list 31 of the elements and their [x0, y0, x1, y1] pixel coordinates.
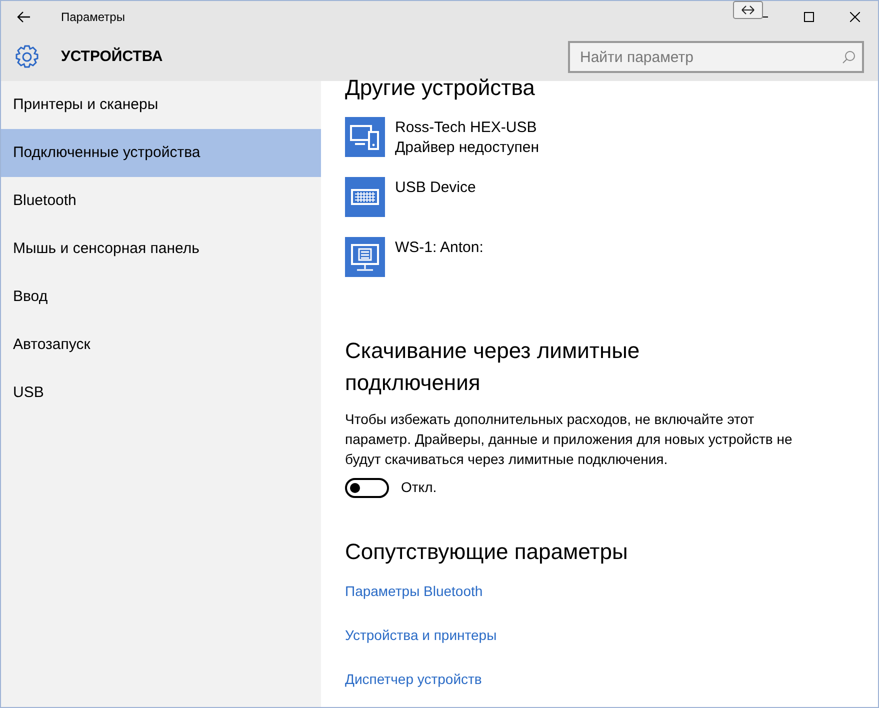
- device-name[interactable]: WS-1: Anton:: [395, 238, 484, 258]
- section-title: Скачивание через лимитные подключения: [345, 337, 641, 397]
- sidebar-item[interactable]: Bluetooth: [1, 177, 321, 225]
- computer-phone-icon: [345, 117, 385, 157]
- device-name[interactable]: USB Device: [395, 178, 476, 198]
- device-name[interactable]: Ross-Tech HEX-USB: [395, 118, 540, 138]
- page-title: УСТРОЙСТВА: [61, 46, 163, 67]
- maximize-icon: [804, 12, 814, 22]
- toggle-switch[interactable]: [345, 478, 389, 498]
- sidebar-item[interactable]: Подключенные устройства: [1, 129, 321, 177]
- back-arrow-icon: [17, 11, 31, 23]
- description-text: Чтобы избежать дополнительных расходов, не включайте этот параметр. Драйверы, данные и приложения для новых устройств не будут скачиваться через лимитные подключения.: [345, 410, 794, 469]
- toggle-label: Откл.: [401, 478, 437, 497]
- search-field[interactable]: Найти параметр: [568, 41, 864, 73]
- sidebar-item[interactable]: Автозапуск: [1, 321, 321, 369]
- keyboard-icon: [345, 177, 385, 217]
- sidebar-item[interactable]: Ввод: [1, 273, 321, 321]
- search-icon: [842, 50, 856, 64]
- section-title: Другие устройства: [345, 75, 536, 102]
- sidebar-item[interactable]: Мышь и сенсорная панель: [1, 225, 321, 273]
- window-title: Параметры: [61, 9, 125, 26]
- settings-icon: [14, 44, 40, 70]
- settings-link[interactable]: Параметры Bluetooth: [345, 583, 483, 599]
- monitor-icon: [345, 237, 385, 277]
- sidebar-item[interactable]: Принтеры и сканеры: [1, 81, 321, 129]
- close-icon: [850, 12, 860, 22]
- sidebar-item[interactable]: USB: [1, 369, 321, 417]
- section-title: Сопутствующие параметры: [345, 538, 629, 566]
- settings-link[interactable]: Устройства и принтеры: [345, 627, 497, 643]
- device-status: Драйвер недоступен: [395, 138, 540, 158]
- settings-link[interactable]: Диспетчер устройств: [345, 671, 482, 687]
